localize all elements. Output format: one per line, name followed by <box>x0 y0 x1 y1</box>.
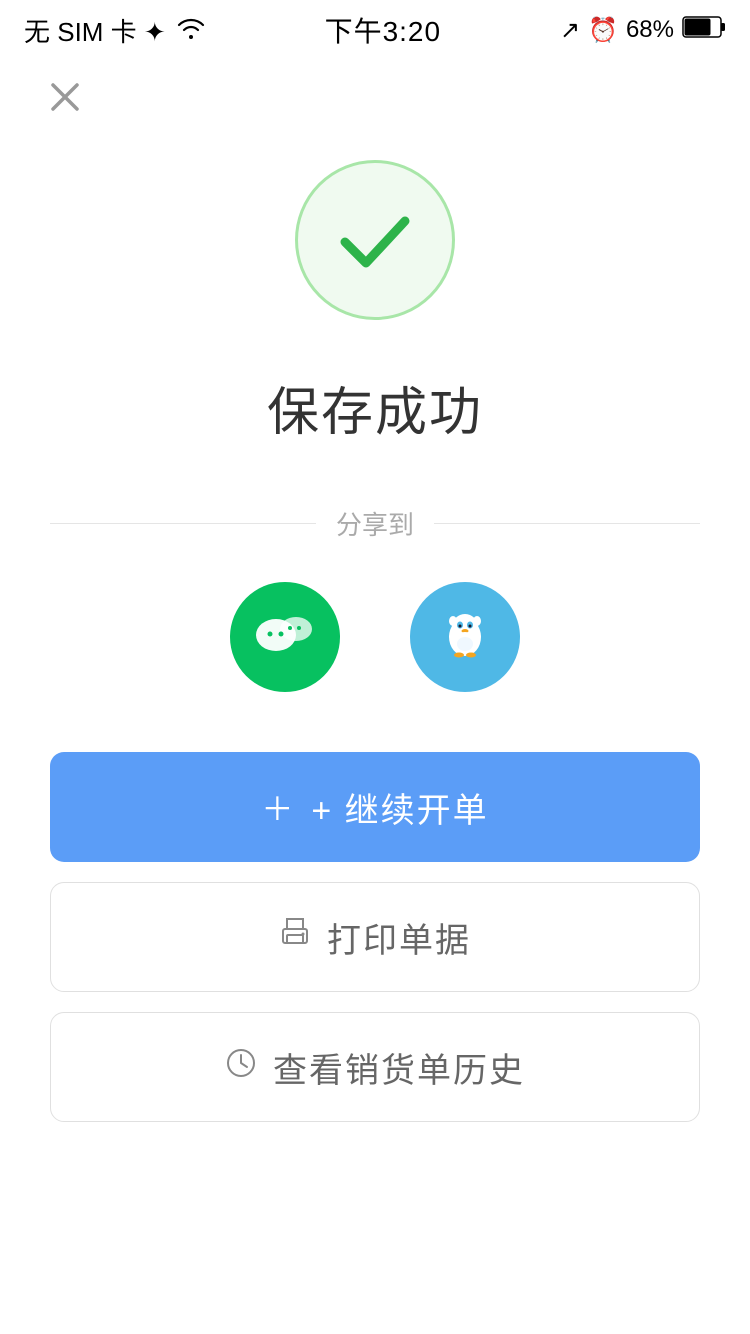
clock-icon <box>225 1047 257 1087</box>
share-divider: 分享到 <box>0 505 750 542</box>
qq-share-button[interactable] <box>410 582 520 692</box>
alarm-icon: ⏰ <box>588 16 618 45</box>
share-section: 分享到 <box>0 505 750 692</box>
printer-icon <box>279 917 311 957</box>
main-content: 保存成功 分享到 <box>0 60 750 1122</box>
continue-button[interactable]: ＋ + 继续开单 <box>50 752 700 862</box>
status-left: 无 SIM 卡 ✦ <box>24 12 206 49</box>
success-icon-circle <box>295 160 455 320</box>
battery-percent: 68% <box>626 16 674 44</box>
status-time: 下午3:20 <box>325 10 442 50</box>
close-button[interactable] <box>40 72 90 122</box>
print-label: 打印单据 <box>327 913 471 962</box>
wechat-share-button[interactable] <box>230 582 340 692</box>
share-label: 分享到 <box>316 505 434 542</box>
history-button[interactable]: 查看销货单历史 <box>50 1012 700 1122</box>
checkmark-icon <box>330 195 420 285</box>
plus-icon: ＋ <box>261 784 295 830</box>
wechat-icon <box>252 607 318 667</box>
wifi-icon <box>176 15 206 46</box>
status-right: ↗ ⏰ 68% <box>560 16 726 45</box>
sim-status: 无 SIM 卡 ✦ <box>24 12 166 49</box>
status-bar: 无 SIM 卡 ✦ 下午3:20 ↗ ⏰ 68% <box>0 0 750 60</box>
history-label: 查看销货单历史 <box>273 1043 525 1092</box>
success-title: 保存成功 <box>267 370 483 445</box>
continue-label: + 继续开单 <box>311 783 488 832</box>
location-icon: ↗ <box>560 16 580 45</box>
share-icons <box>230 582 520 692</box>
action-buttons: ＋ + 继续开单 打印单据 查看销货单历 <box>0 752 750 1122</box>
qq-icon <box>433 605 497 669</box>
battery-icon <box>682 16 726 45</box>
print-button[interactable]: 打印单据 <box>50 882 700 992</box>
